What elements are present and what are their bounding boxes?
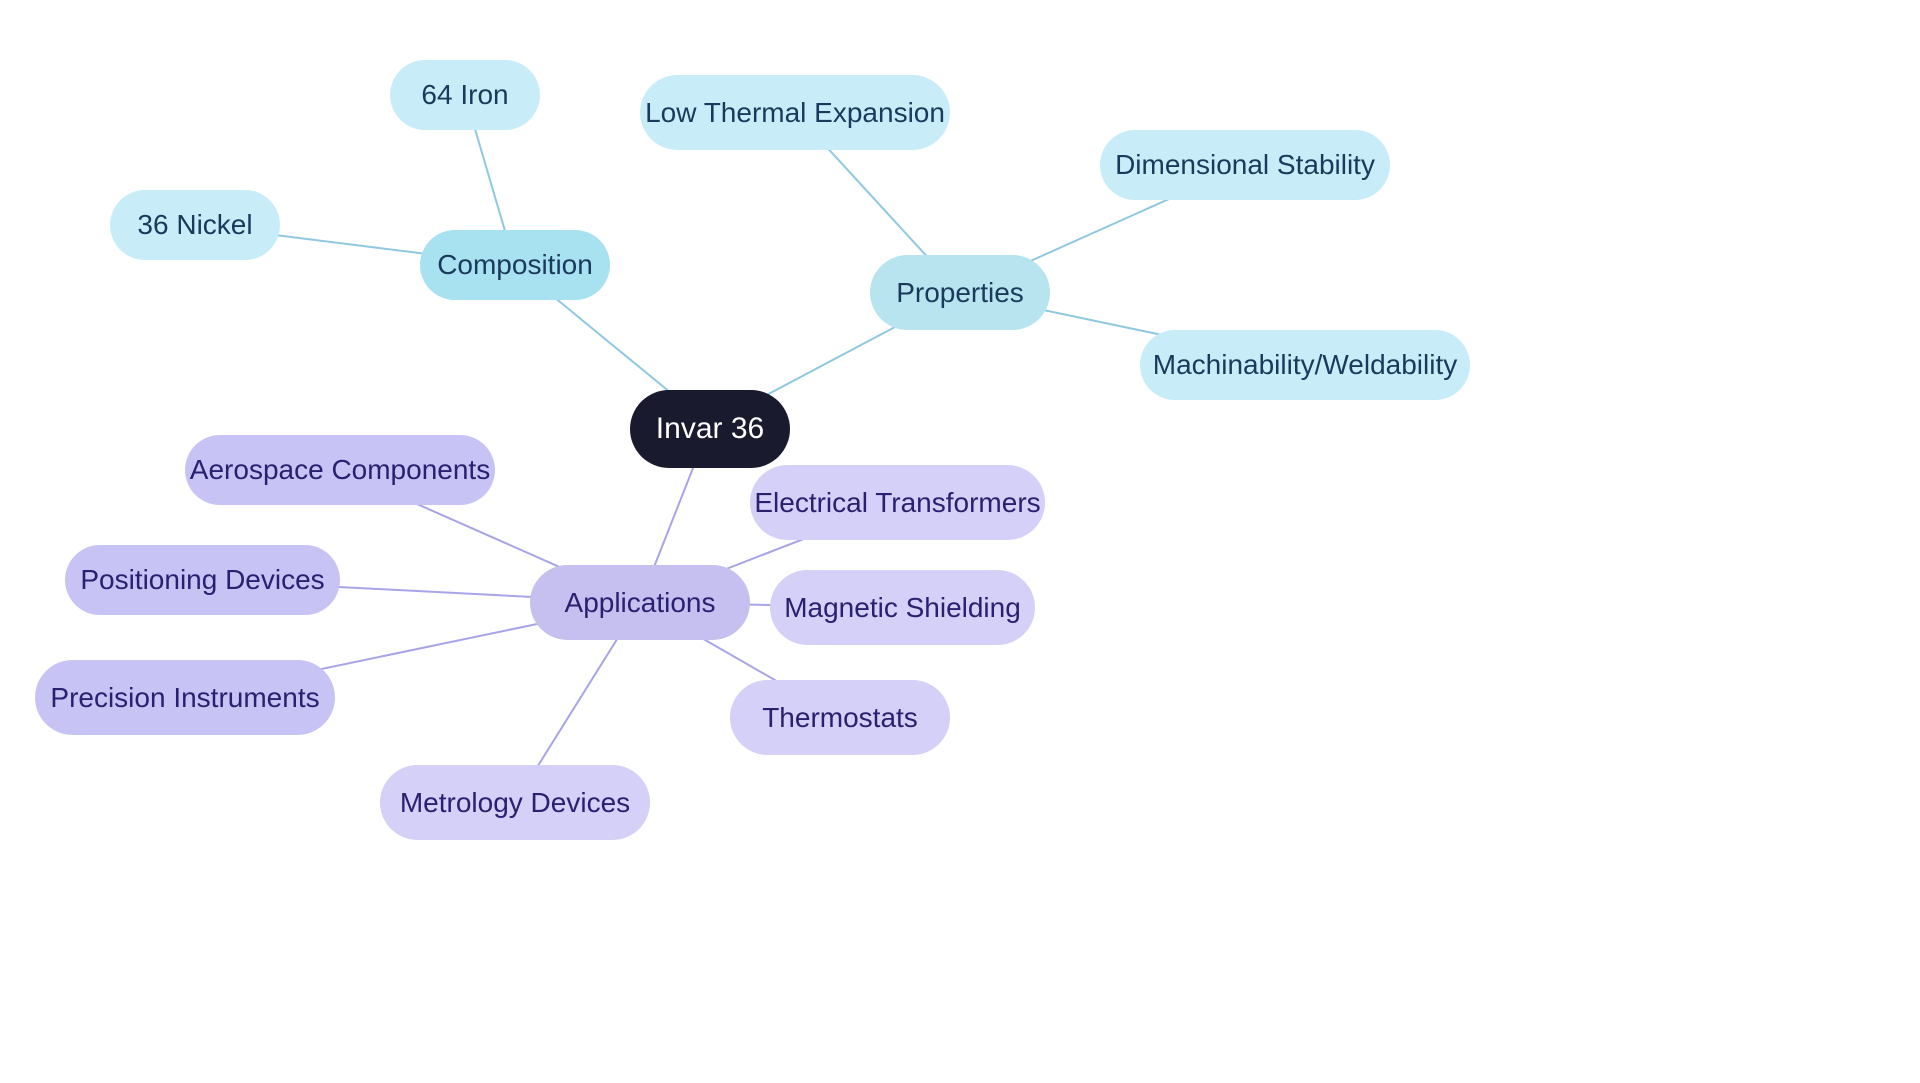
precision-node: Precision Instruments (35, 660, 335, 735)
positioning-node: Positioning Devices (65, 545, 340, 615)
applications-node: Applications (530, 565, 750, 640)
thermostats-node: Thermostats (730, 680, 950, 755)
electrical-node: Electrical Transformers (750, 465, 1045, 540)
aerospace-node: Aerospace Components (185, 435, 495, 505)
metrology-node: Metrology Devices (380, 765, 650, 840)
machinability-node: Machinability/Weldability (1140, 330, 1470, 400)
properties-node: Properties (870, 255, 1050, 330)
center-node: Invar 36 (630, 390, 790, 468)
magnetic-node: Magnetic Shielding (770, 570, 1035, 645)
nickel-node: 36 Nickel (110, 190, 280, 260)
low-thermal-node: Low Thermal Expansion (640, 75, 950, 150)
dimensional-node: Dimensional Stability (1100, 130, 1390, 200)
composition-node: Composition (420, 230, 610, 300)
iron-node: 64 Iron (390, 60, 540, 130)
